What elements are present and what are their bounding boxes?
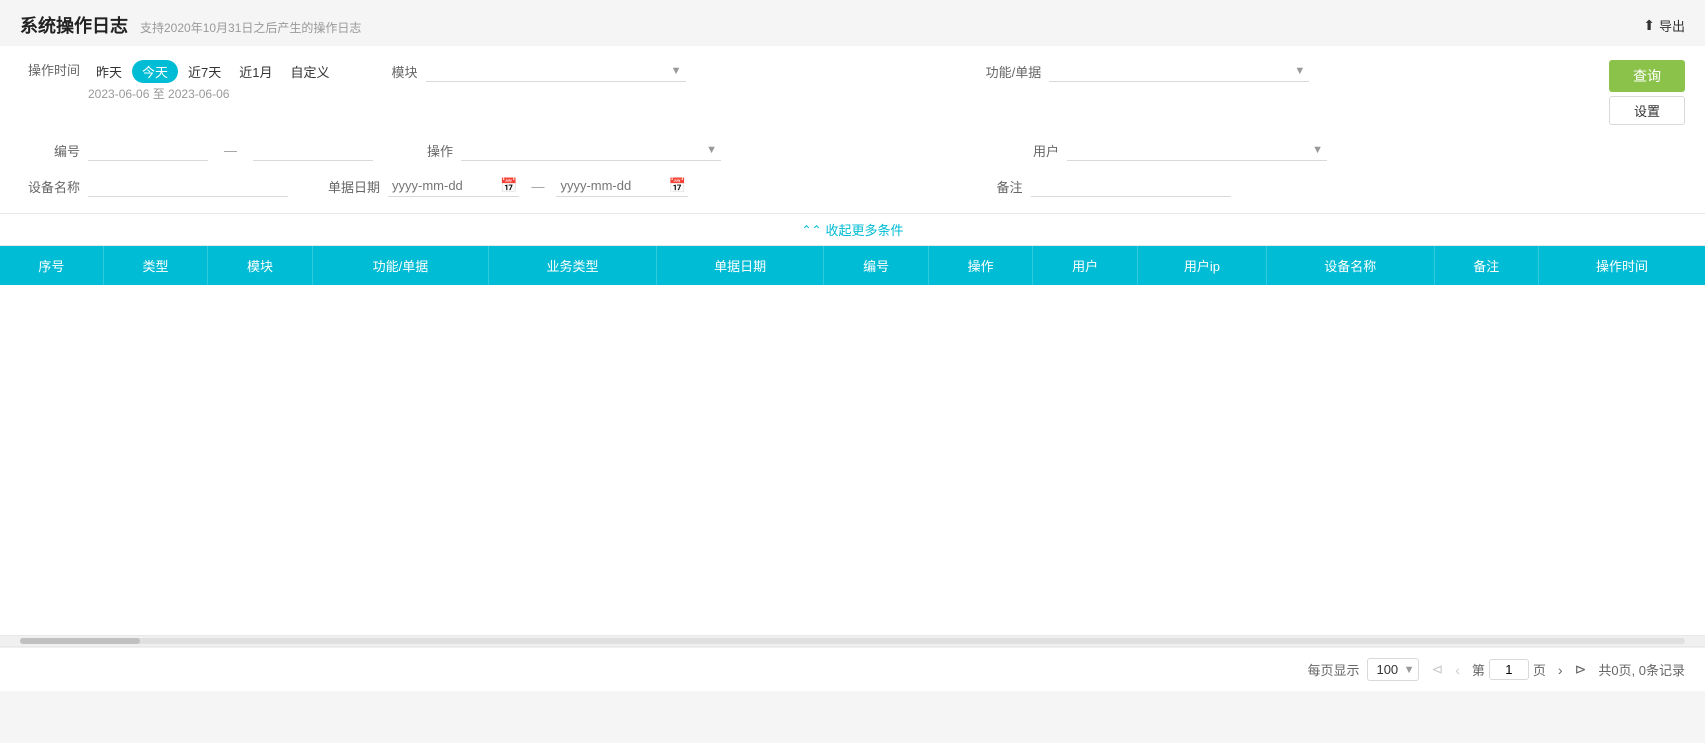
remark-label: 备注: [963, 177, 1023, 196]
page-title-area: 系统操作日志 支持2020年10月31日之后产生的操作日志: [20, 12, 361, 38]
page-input-group: 第 页: [1472, 659, 1546, 680]
table-header: 序号 类型 模块 功能/单据 业务类型 单据日期 编号 操作 用户 用户ip 设…: [0, 246, 1705, 285]
func-select[interactable]: [1049, 60, 1309, 81]
remark-filter: 备注: [943, 175, 1586, 197]
last-page-button[interactable]: ⊳: [1571, 659, 1591, 680]
page-header: 系统操作日志 支持2020年10月31日之后产生的操作日志 ⬆ 导出: [0, 0, 1705, 46]
op-select[interactable]: [461, 139, 721, 160]
module-select[interactable]: [426, 60, 686, 81]
module-filter: 模块 ▼: [338, 60, 962, 82]
operation-time-label: 操作时间: [20, 60, 80, 79]
col-header-seqno: 序号: [0, 246, 103, 285]
date-end-wrapper: 📅: [556, 175, 687, 197]
export-icon: ⬆: [1643, 17, 1655, 34]
date-btn-yesterday[interactable]: 昨天: [88, 60, 130, 83]
user-select-wrapper: ▼: [1067, 139, 1327, 161]
no-label: 编号: [20, 141, 80, 160]
no-input-start[interactable]: [88, 139, 208, 161]
pagination-nav: ⊲ ‹: [1427, 659, 1463, 680]
op-label: 操作: [393, 141, 453, 160]
data-table: 序号 类型 模块 功能/单据 业务类型 单据日期 编号 操作 用户 用户ip 设…: [0, 246, 1705, 285]
filter-row-2: 编号 — 操作 ▼ 用户 ▼: [20, 139, 1685, 161]
operation-time-filter: 操作时间 昨天 今天 近7天 近1月 自定义 2023-06-06 至 2023…: [20, 60, 338, 102]
pagination-nav-next: › ⊳: [1554, 659, 1590, 680]
date-btn-custom[interactable]: 自定义: [283, 60, 338, 83]
scrollbar-track[interactable]: [20, 638, 1685, 644]
page-suffix: 页: [1533, 660, 1546, 679]
date-start-wrapper: 📅: [388, 175, 519, 197]
remark-input[interactable]: [1031, 175, 1231, 197]
collapse-bar[interactable]: ⌃⌃ 收起更多条件: [0, 214, 1705, 246]
date-btn-1month[interactable]: 近1月: [231, 60, 280, 83]
page-input[interactable]: [1489, 659, 1529, 680]
calendar-end-icon[interactable]: 📅: [666, 177, 687, 194]
calendar-start-icon[interactable]: 📅: [498, 177, 519, 194]
table-header-row: 序号 类型 模块 功能/单据 业务类型 单据日期 编号 操作 用户 用户ip 设…: [0, 246, 1705, 285]
col-header-optime: 操作时间: [1539, 246, 1705, 285]
func-filter: 功能/单据 ▼: [961, 60, 1585, 82]
col-header-no: 编号: [824, 246, 928, 285]
user-filter: 用户 ▼: [979, 139, 1585, 161]
date-start-input[interactable]: [388, 175, 498, 196]
date-range-text: 2023-06-06 至 2023-06-06: [88, 85, 338, 102]
collapse-label: 收起更多条件: [826, 220, 904, 239]
col-header-func: 功能/单据: [312, 246, 488, 285]
empty-area: [0, 285, 1705, 635]
col-header-biztype: 业务类型: [489, 246, 657, 285]
page-label: 第: [1472, 660, 1485, 679]
filter-section: 操作时间 昨天 今天 近7天 近1月 自定义 2023-06-06 至 2023…: [0, 46, 1705, 214]
date-input-group: 📅 — 📅: [388, 175, 688, 197]
module-select-wrapper: ▼: [426, 60, 686, 82]
doc-date-filter: 单据日期 📅 — 📅: [300, 175, 943, 197]
device-filter: 设备名称: [20, 175, 300, 197]
col-header-docdate: 单据日期: [656, 246, 824, 285]
device-input[interactable]: [88, 175, 288, 197]
date-end-input[interactable]: [556, 175, 666, 196]
prev-page-button[interactable]: ‹: [1451, 660, 1464, 680]
filter-row-1: 操作时间 昨天 今天 近7天 近1月 自定义 2023-06-06 至 2023…: [20, 60, 1685, 125]
action-buttons: 查询 设置: [1585, 60, 1685, 125]
module-label: 模块: [358, 62, 418, 81]
next-page-button[interactable]: ›: [1554, 660, 1567, 680]
page-subtitle: 支持2020年10月31日之后产生的操作日志: [140, 19, 361, 36]
settings-button[interactable]: 设置: [1609, 96, 1685, 125]
date-range-dash: —: [523, 179, 552, 194]
per-page-label: 每页显示: [1307, 660, 1359, 679]
first-page-button[interactable]: ⊲: [1427, 659, 1447, 680]
func-label: 功能/单据: [981, 62, 1041, 81]
export-label: 导出: [1659, 16, 1685, 35]
table-section: 序号 类型 模块 功能/单据 业务类型 单据日期 编号 操作 用户 用户ip 设…: [0, 246, 1705, 635]
col-header-op: 操作: [928, 246, 1032, 285]
scrollbar-area: [0, 635, 1705, 647]
no-dash: —: [216, 143, 245, 158]
col-header-userip: 用户ip: [1137, 246, 1266, 285]
export-button[interactable]: ⬆ 导出: [1643, 16, 1685, 35]
no-input-end[interactable]: [253, 139, 373, 161]
date-btn-7days[interactable]: 近7天: [180, 60, 229, 83]
collapse-icon: ⌃⌃: [801, 223, 821, 237]
pagination-total: 共0页, 0条记录: [1598, 660, 1685, 679]
func-select-wrapper: ▼: [1049, 60, 1309, 82]
user-select[interactable]: [1067, 139, 1327, 160]
date-btn-today[interactable]: 今天: [132, 60, 178, 83]
col-header-module: 模块: [208, 246, 312, 285]
per-page-select-wrapper: 50 100 200 ▼: [1367, 658, 1419, 681]
col-header-remark: 备注: [1434, 246, 1538, 285]
pagination: 每页显示 50 100 200 ▼ ⊲ ‹ 第 页 › ⊳ 共0页, 0条记录: [0, 647, 1705, 691]
col-header-user: 用户: [1033, 246, 1137, 285]
per-page-select[interactable]: 50 100 200: [1368, 659, 1418, 680]
op-filter: 操作 ▼: [373, 139, 979, 161]
col-header-type: 类型: [103, 246, 207, 285]
col-header-device: 设备名称: [1266, 246, 1434, 285]
page-title: 系统操作日志: [20, 12, 128, 38]
doc-date-label: 单据日期: [320, 177, 380, 196]
device-label: 设备名称: [20, 177, 80, 196]
filter-row-3: 设备名称 单据日期 📅 — 📅 备注: [20, 175, 1685, 197]
scrollbar-thumb[interactable]: [20, 638, 140, 644]
op-select-wrapper: ▼: [461, 139, 721, 161]
no-filter: 编号 —: [20, 139, 373, 161]
query-button[interactable]: 查询: [1609, 60, 1685, 92]
user-label: 用户: [999, 141, 1059, 160]
date-buttons-row: 昨天 今天 近7天 近1月 自定义: [88, 60, 338, 83]
